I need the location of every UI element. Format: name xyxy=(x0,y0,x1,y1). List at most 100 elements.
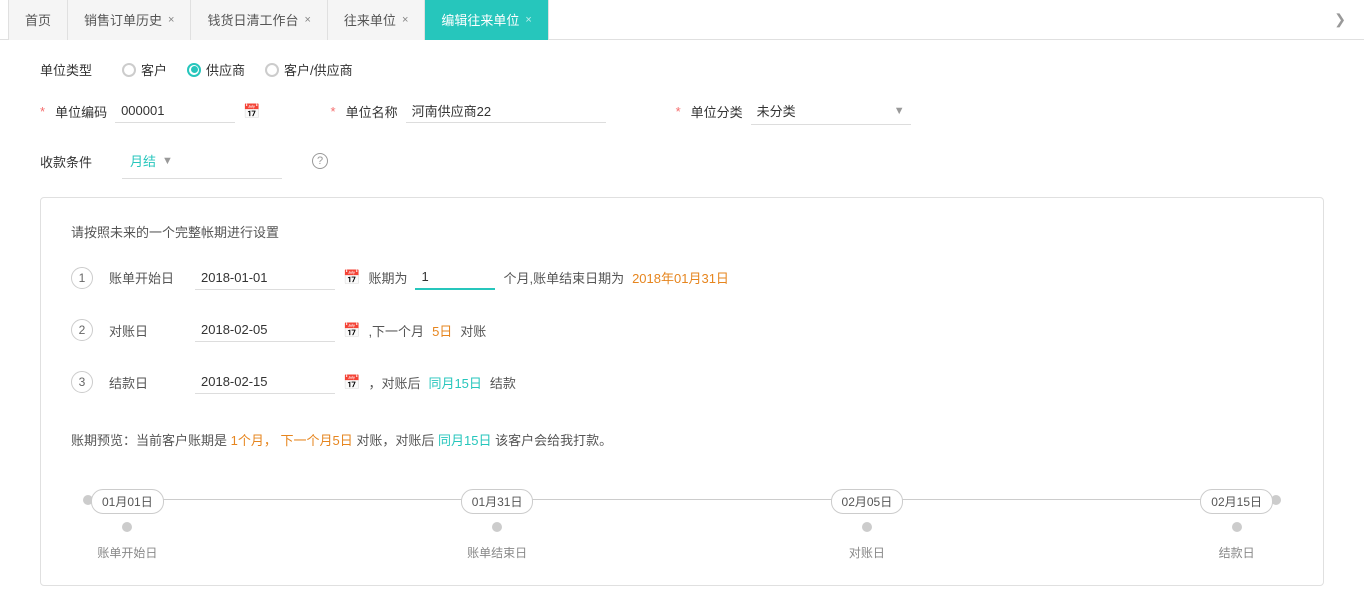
timeline-points: 01月01日 账单开始日 01月31日 账单结束日 02月05日 对账日 xyxy=(91,489,1273,561)
timeline-dot-4 xyxy=(1232,522,1242,532)
radio-label-both: 客户/供应商 xyxy=(284,60,353,79)
timeline-date-4: 02月15日 xyxy=(1200,489,1273,514)
step-3-date-input[interactable] xyxy=(195,370,335,394)
step-row-2: 2 对账日 📅 ,下一个月 5日 对账 xyxy=(71,318,1293,342)
unit-category-select[interactable]: 未分类 ▼ xyxy=(751,97,911,125)
unit-name-input[interactable] xyxy=(406,99,606,123)
timeline-date-1: 01月01日 xyxy=(91,489,164,514)
timeline-sublabel-3: 对账日 xyxy=(849,544,885,561)
card-hint: 请按照未来的一个完整帐期进行设置 xyxy=(71,222,1293,241)
timeline: 01月01日 账单开始日 01月31日 账单结束日 02月05日 对账日 xyxy=(91,479,1273,561)
step-1-period-text: 账期为 xyxy=(368,268,407,287)
radio-circle-supplier xyxy=(187,63,201,77)
close-sales-history[interactable]: × xyxy=(168,14,174,26)
unit-info-row: * 单位编码 📅 * 单位名称 * 单位分类 未分类 ▼ xyxy=(40,97,1324,125)
close-edit-unit[interactable]: × xyxy=(525,14,531,26)
preview-part2: 下一个月5日 xyxy=(281,433,353,448)
step-num-3: 3 xyxy=(71,371,93,393)
unit-category-value: 未分类 xyxy=(757,101,886,120)
unit-type-label: 单位类型 xyxy=(40,60,92,79)
step-1-period-input[interactable] xyxy=(415,265,495,290)
unit-code-field: * 单位编码 📅 xyxy=(40,99,261,123)
step-2-calendar-icon[interactable]: 📅 xyxy=(343,322,360,339)
tab-edit-unit[interactable]: 编辑往来单位 × xyxy=(425,0,548,40)
payment-row: 收款条件 月结 ▼ ? xyxy=(40,143,1324,179)
radio-supplier[interactable]: 供应商 xyxy=(187,60,245,79)
radio-both[interactable]: 客户/供应商 xyxy=(265,60,353,79)
card-section: 请按照未来的一个完整帐期进行设置 1 账单开始日 📅 账期为 个月,账单结束日期… xyxy=(40,197,1324,586)
timeline-point-4: 02月15日 结款日 xyxy=(1200,489,1273,561)
timeline-dot-2 xyxy=(492,522,502,532)
close-unit-list[interactable]: × xyxy=(402,14,408,26)
radio-circle-both xyxy=(265,63,279,77)
timeline-date-3: 02月05日 xyxy=(831,489,904,514)
step-2-date-input[interactable] xyxy=(195,318,335,342)
step-label-1: 账单开始日 xyxy=(109,268,179,287)
preview-part3: 同月15日 xyxy=(438,433,491,448)
step-3-input-wrapper: 📅 ，对账后 同月15日 结款 xyxy=(195,370,516,394)
timeline-point-3: 02月05日 对账日 xyxy=(831,489,904,561)
preview-mid: 对账，对账后 xyxy=(356,433,434,448)
preview-section: 账期预览：当前客户账期是 1个月， 下一个月5日 对账，对账后 同月15日 该客… xyxy=(71,414,1293,561)
timeline-sublabel-2: 账单结束日 xyxy=(467,544,527,561)
step-1-date-input[interactable] xyxy=(195,266,335,290)
timeline-dot-1 xyxy=(122,522,132,532)
close-cash-work[interactable]: × xyxy=(304,14,310,26)
required-star-code: * xyxy=(40,104,45,119)
step-2-suffix-text: ,下一个月 xyxy=(368,321,424,340)
step-num-1: 1 xyxy=(71,267,93,289)
chevron-down-icon: ▼ xyxy=(894,105,905,117)
preview-part1: 1个月， xyxy=(231,433,277,448)
unit-name-label: 单位名称 xyxy=(346,102,398,121)
step-3-suffix-highlight: 同月15日 xyxy=(428,373,481,392)
unit-category-field: * 单位分类 未分类 ▼ xyxy=(676,97,911,125)
tabs-bar: 首页 销售订单历史 × 钱货日清工作台 × 往来单位 × 编辑往来单位 × ❯ xyxy=(0,0,1364,40)
radio-customer[interactable]: 客户 xyxy=(122,60,167,79)
preview-text: 账期预览：当前客户账期是 1个月， 下一个月5日 对账，对账后 同月15日 该客… xyxy=(71,430,1293,449)
timeline-dot-3 xyxy=(862,522,872,532)
radio-circle-customer xyxy=(122,63,136,77)
step-2-input-wrapper: 📅 ,下一个月 5日 对账 xyxy=(195,318,486,342)
unit-code-label: 单位编码 xyxy=(55,102,107,121)
step-row-1: 1 账单开始日 📅 账期为 个月,账单结束日期为 2018年01月31日 xyxy=(71,265,1293,290)
unit-code-input[interactable] xyxy=(115,99,235,123)
tab-home[interactable]: 首页 xyxy=(8,0,68,40)
main-content: 单位类型 客户 供应商 客户/供应商 * 单位编码 📅 * 单位名称 xyxy=(0,40,1364,608)
radio-label-customer: 客户 xyxy=(141,60,167,79)
timeline-point-1: 01月01日 账单开始日 xyxy=(91,489,164,561)
step-3-calendar-icon[interactable]: 📅 xyxy=(343,374,360,391)
required-star-category: * xyxy=(676,104,681,119)
tab-unit-list[interactable]: 往来单位 × xyxy=(328,0,425,40)
preview-end: 该客户会给我打款。 xyxy=(495,433,612,448)
step-2-suffix-end: 对账 xyxy=(460,321,486,340)
step-num-2: 2 xyxy=(71,319,93,341)
step-3-suffix-end: 结款 xyxy=(490,373,516,392)
timeline-point-2: 01月31日 账单结束日 xyxy=(461,489,534,561)
step-1-input-wrapper: 📅 账期为 个月,账单结束日期为 2018年01月31日 xyxy=(195,265,729,290)
unit-type-row: 单位类型 客户 供应商 客户/供应商 xyxy=(40,60,1324,79)
step-label-3: 结款日 xyxy=(109,373,179,392)
unit-code-icon[interactable]: 📅 xyxy=(243,103,260,120)
unit-category-label: 单位分类 xyxy=(691,102,743,121)
step-3-suffix-text: ，对账后 xyxy=(368,373,420,392)
timeline-sublabel-4: 结款日 xyxy=(1219,544,1255,561)
help-icon[interactable]: ? xyxy=(312,153,328,169)
timeline-date-2: 01月31日 xyxy=(461,489,534,514)
step-2-suffix-highlight: 5日 xyxy=(432,321,452,340)
step-1-period-unit: 个月,账单结束日期为 xyxy=(503,268,624,287)
preview-label: 账期预览：当前客户账期是 xyxy=(71,433,227,448)
timeline-sublabel-1: 账单开始日 xyxy=(97,544,157,561)
payment-select[interactable]: 月结 ▼ xyxy=(122,143,282,179)
payment-label: 收款条件 xyxy=(40,152,92,171)
tab-sales-history[interactable]: 销售订单历史 × xyxy=(68,0,191,40)
tab-cash-work[interactable]: 钱货日清工作台 × xyxy=(191,0,327,40)
unit-name-field: * 单位名称 xyxy=(331,99,606,123)
step-row-3: 3 结款日 📅 ，对账后 同月15日 结款 xyxy=(71,370,1293,394)
step-1-calendar-icon[interactable]: 📅 xyxy=(343,269,360,286)
payment-value: 月结 xyxy=(128,147,158,174)
required-star-name: * xyxy=(331,104,336,119)
payment-chevron-icon: ▼ xyxy=(162,155,173,167)
step-label-2: 对账日 xyxy=(109,321,179,340)
radio-group: 客户 供应商 客户/供应商 xyxy=(122,60,353,79)
tab-expand-icon[interactable]: ❯ xyxy=(1324,11,1356,28)
